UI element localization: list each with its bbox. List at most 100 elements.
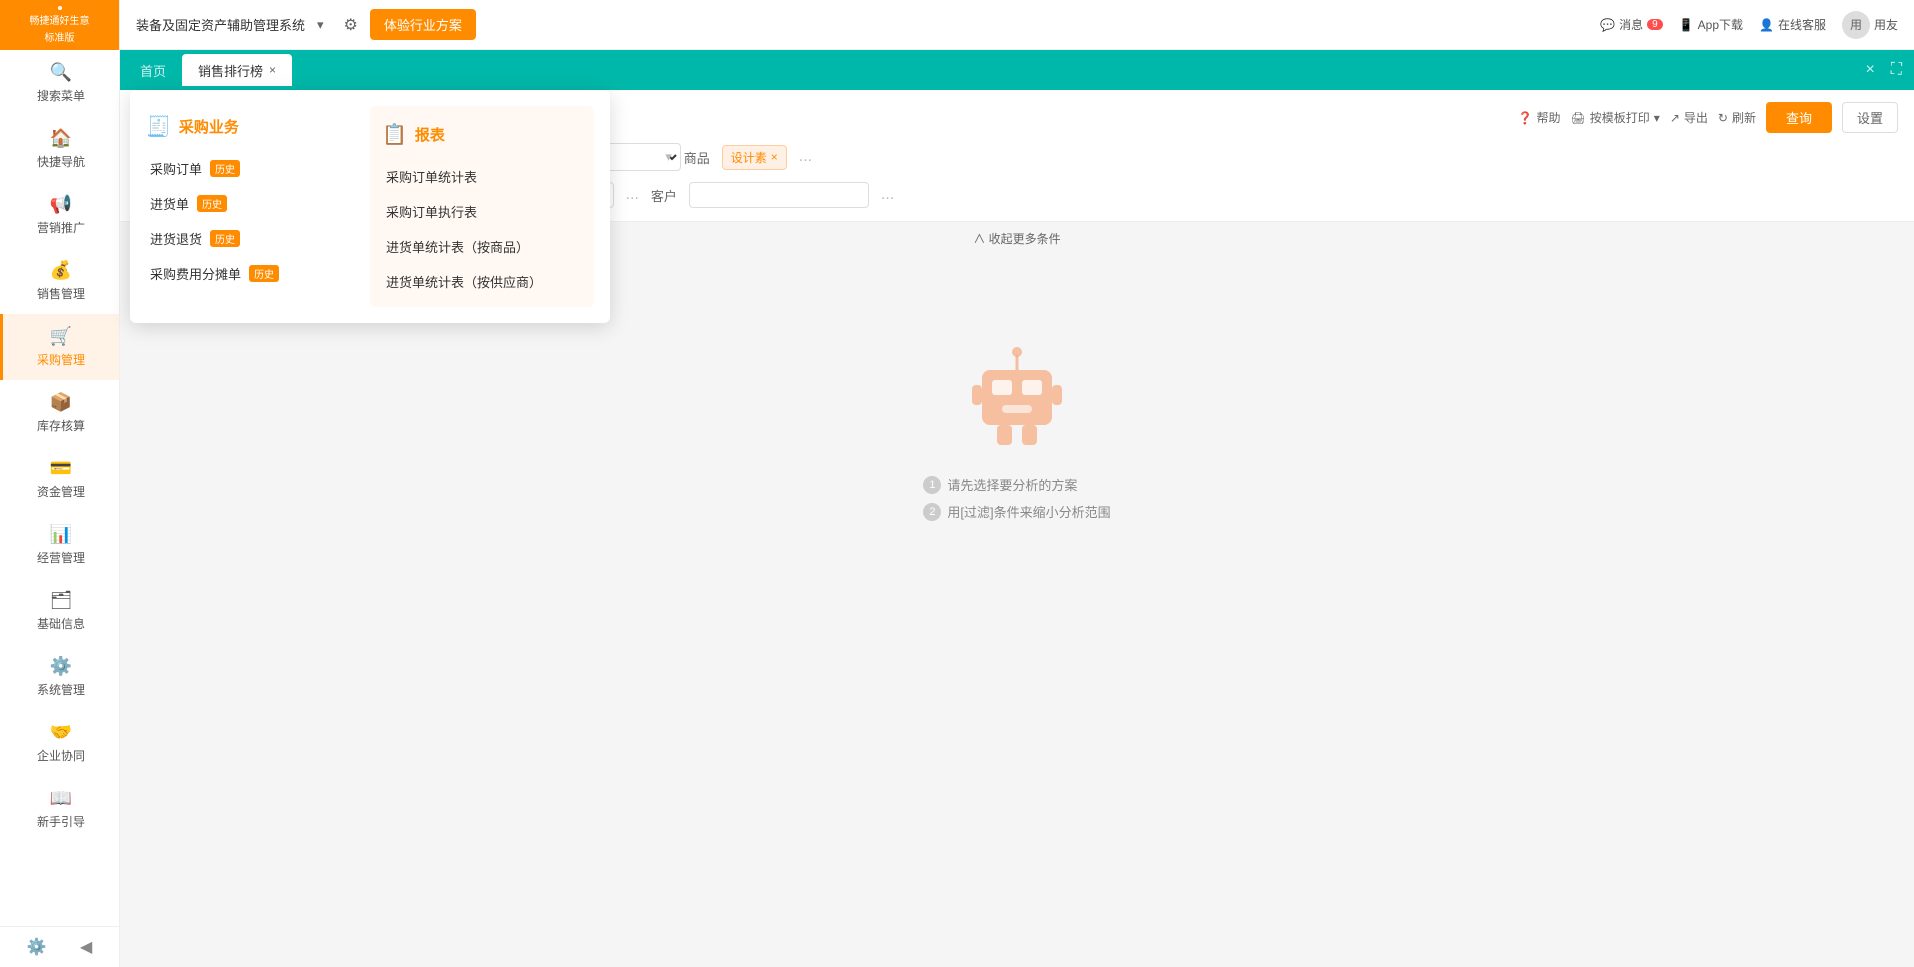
- print-btn[interactable]: 🖨 按模板打印 ▾: [1571, 102, 1660, 133]
- sidebar-item-purchase[interactable]: 🛒 采购管理: [0, 314, 119, 380]
- tabbar-expand-btn[interactable]: ⛶: [1883, 61, 1910, 79]
- order-exec-label: 采购订单执行表: [386, 202, 477, 221]
- dropdown-item-purchase-order[interactable]: 采购订单 历史: [146, 151, 370, 186]
- goods-ellipsis-btn[interactable]: ...: [799, 148, 812, 166]
- order-stats-label: 采购订单统计表: [386, 167, 477, 186]
- staff-ellipsis-btn[interactable]: ...: [626, 186, 639, 204]
- search-icon: 🔍: [50, 62, 72, 83]
- sidebar: 6 畅捷通好生意 标准版 🔍 搜索菜单 🏠 快捷导航 📢 营销推广 💰 销售管理…: [0, 0, 120, 967]
- sidebar-item-label: 快捷导航: [37, 153, 85, 170]
- customer-ellipsis-btn[interactable]: ...: [881, 186, 894, 204]
- dropdown-item-purchase-expense[interactable]: 采购费用分摊单 历史: [146, 256, 370, 291]
- sidebar-item-finance[interactable]: 💳 资金管理: [0, 446, 119, 512]
- sidebar-settings-btn[interactable]: ⚙️: [27, 937, 47, 957]
- goods-tag-close-btn[interactable]: ×: [771, 150, 778, 164]
- tip-num-2: 2: [923, 503, 941, 521]
- user-label: 用友: [1874, 16, 1898, 33]
- refresh-btn[interactable]: ↻ 刷新: [1718, 102, 1756, 133]
- sidebar-item-label: 销售管理: [37, 285, 85, 302]
- app-label: App下载: [1698, 16, 1743, 33]
- empty-tip-1-text: 请先选择要分析的方案: [947, 475, 1077, 494]
- tip-num-1: 1: [923, 476, 941, 494]
- receipt-by-goods-label: 进货单统计表（按商品）: [386, 237, 529, 256]
- purchase-dropdown-menu: 🧾 采购业务 采购订单 历史 进货单 历史 进货退货 历史 采购费用分摊单 历史: [130, 90, 610, 323]
- dropdown-item-order-stats[interactable]: 采购订单统计表: [382, 159, 582, 194]
- report-col-title: 报表: [415, 124, 445, 145]
- corp-icon: 🤝: [50, 722, 72, 743]
- purchase-col-title: 采购业务: [179, 116, 239, 137]
- sidebar-item-label: 营销推广: [37, 219, 85, 236]
- dropdown-item-receipt-by-supplier[interactable]: 进货单统计表（按供应商）: [382, 264, 582, 299]
- report-col-icon: 📋: [382, 122, 407, 147]
- sidebar-item-newbie[interactable]: 📖 新手引导: [0, 776, 119, 842]
- report-col: 📋 报表 采购订单统计表 采购订单执行表 进货单统计表（按商品） 进货单统计表（…: [370, 106, 594, 307]
- history-badge: 历史: [249, 265, 279, 282]
- export-label: 导出: [1684, 109, 1708, 126]
- help-label: 帮助: [1537, 109, 1561, 126]
- dropdown-item-purchase-return[interactable]: 进货退货 历史: [146, 221, 370, 256]
- sidebar-item-label: 资金管理: [37, 483, 85, 500]
- tab-close-icon[interactable]: ×: [269, 63, 276, 77]
- gear-icon[interactable]: ⚙: [344, 15, 358, 35]
- help-btn[interactable]: ❓ 帮助: [1518, 102, 1561, 133]
- online-service-btn[interactable]: 👤 在线客服: [1759, 16, 1826, 33]
- sidebar-item-search[interactable]: 🔍 搜索菜单: [0, 50, 119, 116]
- sidebar-item-sales[interactable]: 💰 销售管理: [0, 248, 119, 314]
- dropdown-item-order-exec[interactable]: 采购订单执行表: [382, 194, 582, 229]
- tab-sales-rank-label: 销售排行榜: [198, 61, 263, 80]
- sidebar-item-corp[interactable]: 🤝 企业协同: [0, 710, 119, 776]
- tabbar-close-all-btn[interactable]: ×: [1857, 61, 1882, 79]
- purchase-receipt-label: 进货单: [150, 194, 189, 213]
- tabbar: 首页 销售排行榜 × × ⛶: [120, 50, 1914, 90]
- sidebar-item-marketing[interactable]: 📢 营销推广: [0, 182, 119, 248]
- topbar-actions: 💬 消息 9 📱 App下载 👤 在线客服 用 用友: [1600, 11, 1898, 39]
- query-btn[interactable]: 查询: [1766, 102, 1832, 133]
- system-dropdown-btn[interactable]: ▾: [317, 17, 324, 33]
- sidebar-item-inventory[interactable]: 📦 库存核算: [0, 380, 119, 446]
- dropdown-item-receipt-by-goods[interactable]: 进货单统计表（按商品）: [382, 229, 582, 264]
- sidebar-item-label: 系统管理: [37, 681, 85, 698]
- print-dropdown-icon: ▾: [1654, 111, 1660, 125]
- empty-illustration: [957, 335, 1077, 455]
- sidebar-collapse-btn[interactable]: ◀: [80, 937, 92, 957]
- purchase-expense-label: 采购费用分摊单: [150, 264, 241, 283]
- app-download-btn[interactable]: 📱 App下载: [1679, 16, 1743, 33]
- operation-icon: 📊: [50, 524, 72, 545]
- customer-input[interactable]: [689, 182, 869, 208]
- sidebar-nav: 🔍 搜索菜单 🏠 快捷导航 📢 营销推广 💰 销售管理 🛒 采购管理 📦 库存核…: [0, 50, 119, 926]
- message-btn[interactable]: 💬 消息 9: [1600, 16, 1663, 33]
- export-btn[interactable]: ↗ 导出: [1670, 102, 1708, 133]
- goods-label: 商品: [684, 148, 710, 167]
- goods-tag: 设计素 ×: [722, 145, 787, 170]
- app-icon: 📱: [1679, 18, 1694, 32]
- refresh-label: 刷新: [1732, 109, 1756, 126]
- sidebar-logo: 6 畅捷通好生意 标准版: [0, 0, 119, 50]
- user-btn[interactable]: 用 用友: [1842, 11, 1898, 39]
- help-icon: ❓: [1518, 111, 1533, 125]
- tab-home[interactable]: 首页: [124, 54, 182, 86]
- customer-label: 客户: [651, 186, 677, 205]
- industry-btn[interactable]: 体验行业方案: [370, 9, 476, 40]
- print-icon: 🖨: [1571, 111, 1586, 125]
- print-label: 按模板打印: [1590, 109, 1650, 126]
- dropdown-grid: 🧾 采购业务 采购订单 历史 进货单 历史 进货退货 历史 采购费用分摊单 历史: [146, 106, 594, 307]
- sidebar-item-operation[interactable]: 📊 经营管理: [0, 512, 119, 578]
- settings-btn[interactable]: 设置: [1842, 102, 1898, 133]
- empty-tip-2: 2 用[过滤]条件来缩小分析范围: [923, 502, 1110, 521]
- sidebar-item-quick[interactable]: 🏠 快捷导航: [0, 116, 119, 182]
- dropdown-item-purchase-receipt[interactable]: 进货单 历史: [146, 186, 370, 221]
- system-icon: ⚙️: [50, 656, 72, 677]
- sidebar-item-system[interactable]: ⚙️ 系统管理: [0, 644, 119, 710]
- logo-icon: 6: [42, 6, 78, 10]
- purchase-icon: 🛒: [50, 326, 72, 347]
- purchase-order-label: 采购订单: [150, 159, 202, 178]
- logo-badge: 标准版: [45, 29, 75, 44]
- sidebar-item-basic[interactable]: 🗂 基础信息: [0, 578, 119, 644]
- tab-sales-rank[interactable]: 销售排行榜 ×: [182, 54, 292, 86]
- message-label: 消息: [1619, 16, 1643, 33]
- avatar: 用: [1842, 11, 1870, 39]
- sales-icon: 💰: [50, 260, 72, 281]
- message-icon: 💬: [1600, 18, 1615, 32]
- purchase-col-header: 🧾 采购业务: [146, 106, 370, 151]
- topbar: 装备及固定资产辅助管理系统 ▾ ⚙ 体验行业方案 💬 消息 9 📱 App下载 …: [120, 0, 1914, 50]
